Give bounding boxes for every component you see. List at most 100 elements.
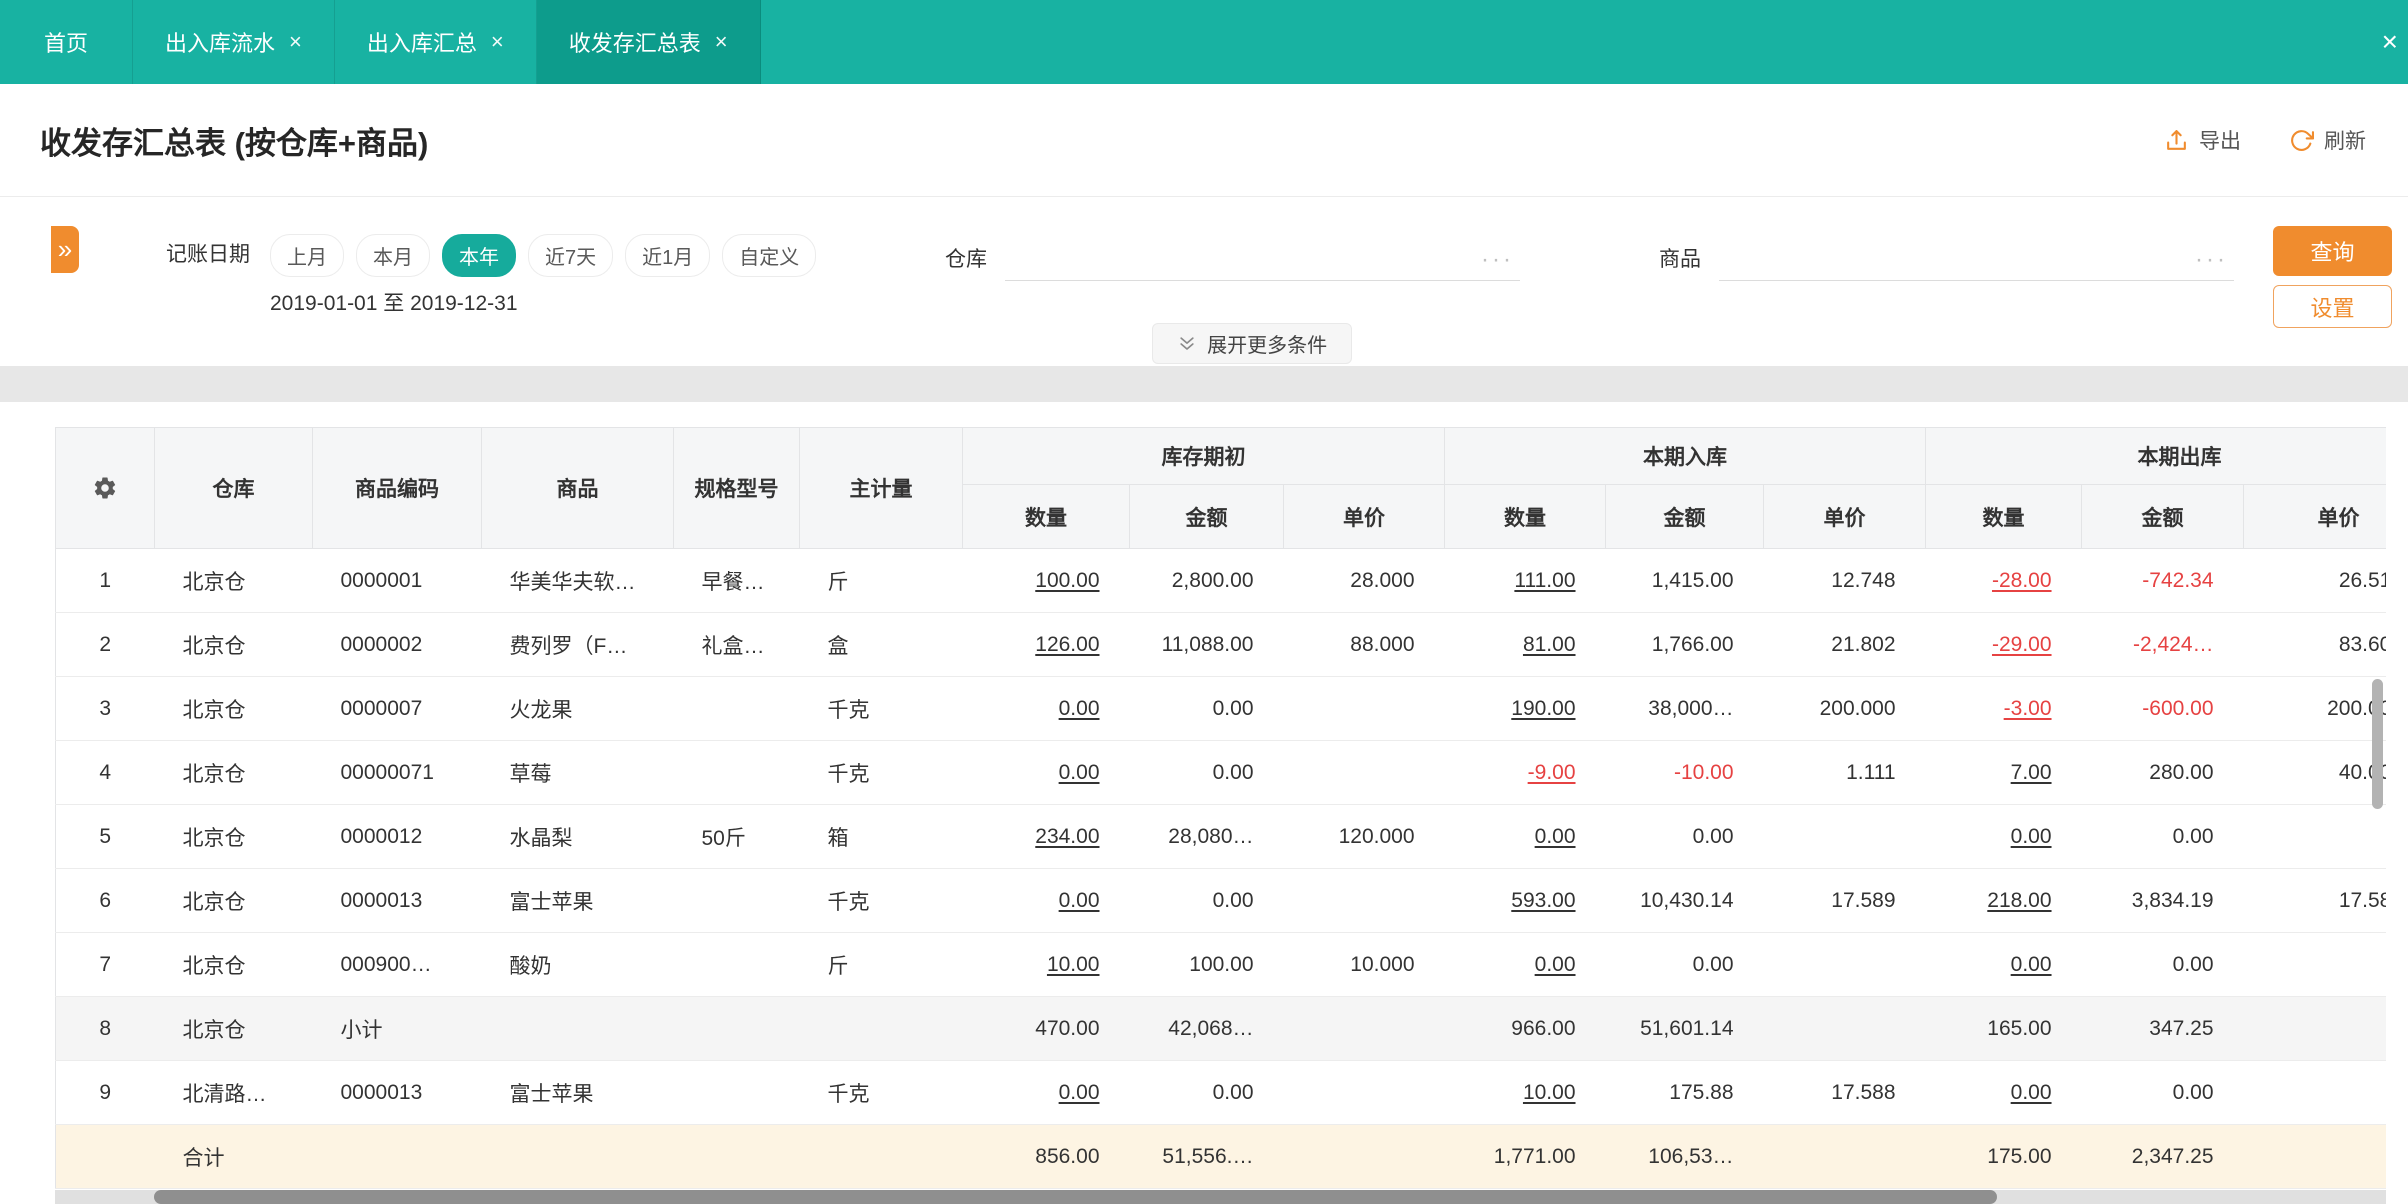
quantity-link[interactable]: 10.00 (1523, 1081, 1576, 1104)
quantity-link[interactable]: 0.00 (1059, 1081, 1100, 1104)
product-code-cell: 0000001 (312, 548, 482, 613)
numeric-cell: 1,771.00 (1444, 1124, 1606, 1189)
column-header-product-code[interactable]: 商品编码 (312, 427, 482, 549)
table-row[interactable]: 7 北京仓 000900… 酸奶 斤 10.00 100.00 10.000 0.00 0.00 0… (55, 932, 2386, 997)
date-chip-last-1-month[interactable]: 近1月 (625, 233, 711, 277)
quantity-link[interactable]: -9.00 (1528, 761, 1576, 784)
more-options-icon[interactable]: ··· (2195, 247, 2234, 272)
subcol-header-amount[interactable]: 金额 (1605, 484, 1765, 549)
quantity-link[interactable]: 10.00 (1047, 953, 1100, 976)
subcol-header-qty[interactable]: 数量 (962, 484, 1130, 549)
quantity-link[interactable]: 0.00 (1059, 889, 1100, 912)
date-chip-last-month[interactable]: 上月 (270, 233, 344, 277)
close-icon[interactable]: × (491, 31, 504, 53)
refresh-button[interactable]: 刷新 (2289, 125, 2366, 155)
quantity-link[interactable]: 100.00 (1035, 569, 1099, 592)
numeric-cell: 28.000 (1283, 548, 1445, 613)
column-header-product[interactable]: 商品 (481, 427, 674, 549)
numeric-cell: 0.00 (962, 1060, 1130, 1125)
column-header-spec[interactable]: 规格型号 (673, 427, 800, 549)
horizontal-scrollbar[interactable] (154, 1190, 1997, 1204)
quantity-link[interactable]: 0.00 (1535, 953, 1576, 976)
quantity-link[interactable]: 593.00 (1511, 889, 1575, 912)
subcol-header-qty[interactable]: 数量 (1444, 484, 1607, 549)
value-text: 2,347.25 (2131, 1144, 2214, 1168)
subcol-header-price[interactable]: 单价 (2243, 484, 2386, 549)
numeric-cell: 100.00 (962, 548, 1130, 613)
quantity-link[interactable]: 111.00 (1514, 569, 1575, 592)
quantity-link[interactable]: 81.00 (1523, 633, 1576, 656)
table-row[interactable]: 9 北清路… 0000013 富士苹果 千克 0.00 0.00 10.00 175.88 17.… (55, 1060, 2386, 1125)
value-text: 165.00 (1987, 1016, 2052, 1040)
quantity-link[interactable]: 7.00 (2011, 761, 2052, 784)
more-options-icon[interactable]: ··· (1481, 247, 1520, 272)
quantity-link[interactable]: 0.00 (2011, 825, 2052, 848)
date-chip-last-7-days[interactable]: 近7天 (528, 233, 614, 277)
quantity-link[interactable]: 126.00 (1035, 633, 1099, 656)
quantity-link[interactable]: 0.00 (1535, 825, 1576, 848)
column-settings-button[interactable] (55, 427, 155, 549)
tab-inout-summary[interactable]: 出入库汇总 × (335, 0, 537, 84)
product-name-cell: 火龙果 (481, 676, 674, 741)
unit-cell: 盒 (799, 612, 963, 677)
quantity-link[interactable]: 190.00 (1511, 697, 1575, 720)
table-row[interactable]: 5 北京仓 0000012 水晶梨 50斤箱 234.00 28,080… 120.000 0.… (55, 804, 2386, 869)
quantity-link[interactable]: -3.00 (2004, 697, 2052, 720)
numeric-cell: 347.25 (2081, 996, 2244, 1061)
table-row[interactable]: 1 北京仓 0000001 华美华夫软… 早餐… 斤 100.00 2,800.00 28.00… (55, 548, 2386, 613)
subcol-header-price[interactable]: 单价 (1282, 484, 1446, 549)
vertical-scrollbar[interactable] (2372, 679, 2383, 809)
settings-button[interactable]: 设置 (2273, 285, 2392, 328)
quantity-link[interactable]: 0.00 (2011, 953, 2052, 976)
tab-stock-summary[interactable]: 收发存汇总表 × (536, 0, 761, 84)
row-index (55, 1124, 155, 1189)
quantity-link[interactable]: -29.00 (1992, 633, 2052, 656)
subcol-header-price[interactable]: 单价 (1763, 484, 1927, 549)
tabbar-close-icon[interactable]: × (2382, 0, 2398, 84)
table-row[interactable]: 6 北京仓 0000013 富士苹果 千克 0.00 0.00 593.00 10,430.14… (55, 868, 2386, 933)
subcol-header-amount[interactable]: 金额 (1129, 484, 1284, 549)
product-field: 商品 ··· (1659, 233, 2234, 281)
quantity-link[interactable]: 234.00 (1035, 825, 1099, 848)
column-header-warehouse[interactable]: 仓库 (154, 427, 313, 549)
expand-more-button[interactable]: 展开更多条件 (1152, 323, 1353, 364)
numeric-cell: 126.00 (962, 612, 1130, 677)
query-button[interactable]: 查询 (2273, 226, 2392, 276)
warehouse-input[interactable]: ··· (1005, 239, 1520, 281)
quantity-link[interactable]: 0.00 (1059, 761, 1100, 784)
empty-cell (481, 1124, 674, 1189)
date-chip-this-year[interactable]: 本年 (442, 233, 516, 277)
table-row[interactable]: 3 北京仓 0000007 火龙果 千克 0.00 0.00 190.00 38,000… 200… (55, 676, 2386, 741)
numeric-cell: -29.00 (1925, 612, 2082, 677)
close-icon[interactable]: × (289, 31, 302, 53)
table-row[interactable]: 2 北京仓 0000002 费列罗（F… 礼盒… 盒 126.00 11,088.00 88.0… (55, 612, 2386, 677)
quantity-link[interactable]: 218.00 (1987, 889, 2051, 912)
product-input[interactable]: ··· (1719, 239, 2234, 281)
product-name-cell: 富士苹果 (481, 868, 674, 933)
tab-inout-flow[interactable]: 出入库流水 × (133, 0, 335, 84)
collapse-panel-button[interactable]: » (51, 226, 79, 273)
product-code-cell: 0000002 (312, 612, 482, 677)
close-icon[interactable]: × (715, 31, 728, 53)
warehouse-cell: 北京仓 (154, 996, 313, 1061)
quantity-link[interactable]: 0.00 (2011, 1081, 2052, 1104)
value-text: 11,088.00 (1161, 632, 1254, 656)
numeric-cell: 200.000 (1763, 676, 1926, 741)
date-chip-this-month[interactable]: 本月 (356, 233, 430, 277)
date-chip-custom[interactable]: 自定义 (722, 233, 817, 277)
title-actions: 导出 刷新 (2164, 125, 2366, 155)
quantity-link[interactable]: 0.00 (1059, 697, 1100, 720)
subtotal-row[interactable]: 8 北京仓 小计 470.00 42,068… 966.00 51,601.14 165.00… (55, 996, 2386, 1061)
subcol-header-amount[interactable]: 金额 (2081, 484, 2245, 549)
table-row[interactable]: 4 北京仓 00000071 草莓 千克 0.00 0.00 -9.00 -10.00 1.111… (55, 740, 2386, 805)
row-index: 5 (55, 804, 155, 869)
tab-home[interactable]: 首页 (0, 0, 134, 84)
date-range-value[interactable]: 2019-01-01 至 2019-12-31 (270, 287, 816, 317)
quantity-link[interactable]: -28.00 (1992, 569, 2052, 592)
export-button[interactable]: 导出 (2164, 125, 2241, 155)
value-text: 28.000 (1350, 568, 1415, 592)
subcol-header-qty[interactable]: 数量 (1925, 484, 2083, 549)
column-header-unit[interactable]: 主计量 (799, 427, 963, 549)
title-bar: 收发存汇总表 (按仓库+商品) 导出 刷新 (0, 84, 2408, 197)
numeric-cell: 593.00 (1444, 868, 1606, 933)
